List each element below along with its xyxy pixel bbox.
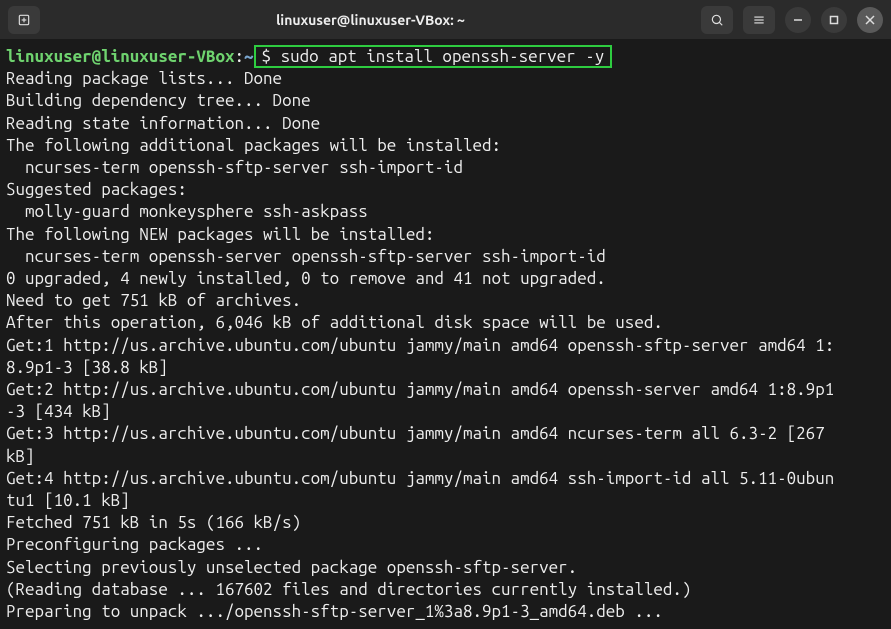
output-line: -3 [434 kB] [6, 402, 111, 421]
output-line: The following NEW packages will be insta… [6, 225, 434, 244]
new-tab-button[interactable] [8, 6, 40, 34]
output-line: After this operation, 6,046 kB of additi… [6, 313, 663, 332]
output-line: The following additional packages will b… [6, 136, 501, 155]
prompt-path: ~ [244, 47, 254, 66]
output-line: ncurses-term openssh-sftp-server ssh-imp… [6, 158, 463, 177]
output-line: Selecting previously unselected package … [6, 558, 577, 577]
search-button[interactable] [701, 6, 733, 34]
terminal-content[interactable]: linuxuser@linuxuser-VBox:~$ sudo apt ins… [0, 40, 891, 629]
output-line: Building dependency tree... Done [6, 91, 311, 110]
close-icon [865, 15, 875, 25]
output-line: Preconfiguring packages ... [6, 535, 263, 554]
output-line: Get:2 http://us.archive.ubuntu.com/ubunt… [6, 380, 834, 399]
close-button[interactable] [857, 7, 883, 33]
prompt-dollar: $ [262, 47, 281, 66]
output-line: Need to get 751 kB of archives. [6, 291, 301, 310]
output-line: Fetched 751 kB in 5s (166 kB/s) [6, 513, 301, 532]
output-line: tu1 [10.1 kB] [6, 491, 130, 510]
new-tab-icon [17, 13, 31, 27]
maximize-icon [829, 15, 839, 25]
command-highlight: $ sudo apt install openssh-server -y [254, 45, 613, 68]
titlebar: linuxuser@linuxuser-VBox: ~ [0, 0, 891, 40]
output-line: molly-guard monkeysphere ssh-askpass [6, 202, 368, 221]
output-line: Reading state information... Done [6, 114, 320, 133]
prompt-separator: : [234, 47, 244, 66]
output-line: Get:4 http://us.archive.ubuntu.com/ubunt… [6, 469, 834, 488]
output-line: Preparing to unpack .../openssh-sftp-ser… [6, 602, 663, 621]
output-line: kB] [6, 447, 35, 466]
command-text: sudo apt install openssh-server -y [281, 47, 605, 66]
output-line: (Reading database ... 167602 files and d… [6, 580, 691, 599]
hamburger-icon [752, 13, 766, 27]
prompt-user-host: linuxuser@linuxuser-VBox [6, 47, 234, 66]
output-line: 8.9p1-3 [38.8 kB] [6, 358, 168, 377]
minimize-icon [793, 15, 803, 25]
maximize-button[interactable] [821, 7, 847, 33]
menu-button[interactable] [743, 6, 775, 34]
output-line: 0 upgraded, 4 newly installed, 0 to remo… [6, 269, 606, 288]
minimize-button[interactable] [785, 7, 811, 33]
titlebar-left [8, 6, 40, 34]
search-icon [710, 13, 724, 27]
output-line: Suggested packages: [6, 180, 187, 199]
output-line: Reading package lists... Done [6, 69, 282, 88]
titlebar-right [701, 6, 883, 34]
window-title: linuxuser@linuxuser-VBox: ~ [40, 12, 701, 28]
output-line: ncurses-term openssh-server openssh-sftp… [6, 247, 606, 266]
output-line: Get:3 http://us.archive.ubuntu.com/ubunt… [6, 424, 834, 443]
output-line: Get:1 http://us.archive.ubuntu.com/ubunt… [6, 336, 834, 355]
